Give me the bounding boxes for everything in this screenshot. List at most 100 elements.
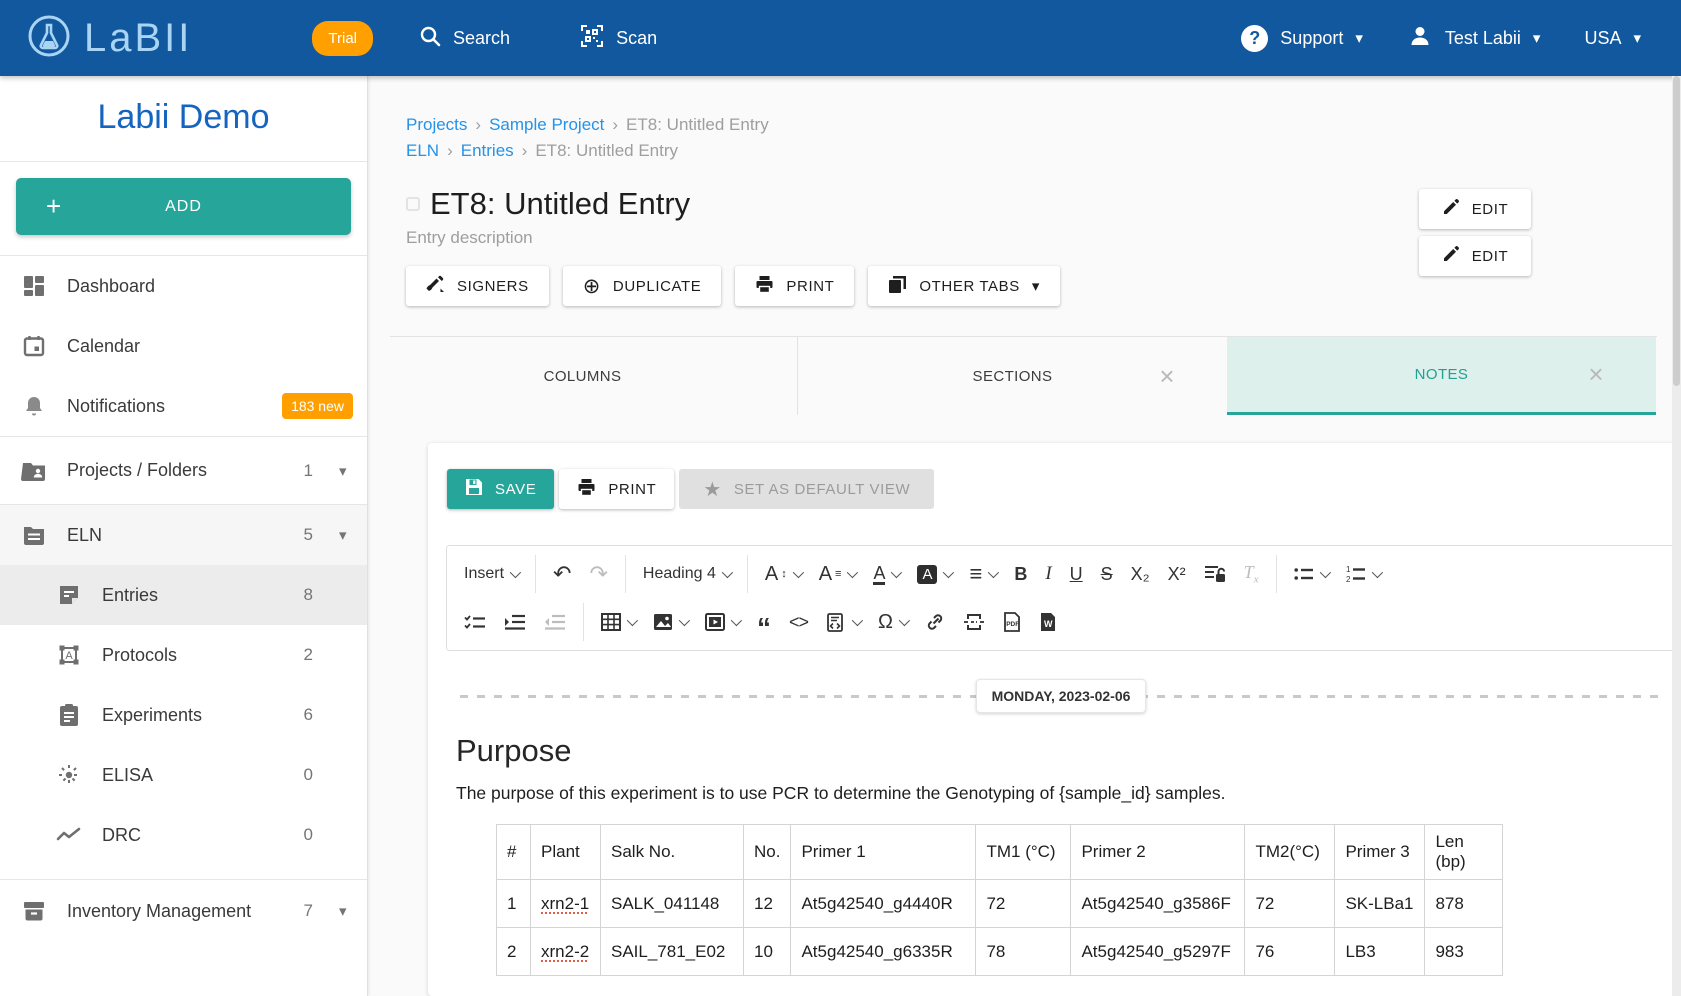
region-menu[interactable]: USA ▾ [1584,28,1641,49]
sidebar-item-elisa[interactable]: ELISA 0 [0,745,367,805]
user-menu[interactable]: Test Labii ▾ [1407,23,1541,54]
font-color-dropdown[interactable]: A [864,556,908,592]
support-menu[interactable]: ? Support ▾ [1241,24,1363,52]
code-block-dropdown[interactable] [817,604,869,640]
bulleted-list-dropdown[interactable] [1285,556,1337,592]
font-size-icon: A [764,562,779,585]
col-header: TM2(°C) [1244,824,1336,880]
quote-icon: “ [757,612,771,643]
sidebar-item-projects-folders[interactable]: Projects / Folders 1 ▾ [0,437,367,504]
tab-notes[interactable]: NOTES × [1227,337,1656,415]
entry-checkbox[interactable] [406,197,420,211]
signers-button[interactable]: SIGNERS [406,266,549,306]
breadcrumb-projects: Projects › Sample Project › ET8: Untitled En… [406,112,1681,138]
cell: At5g42540_g3586F [1070,879,1246,928]
strikethrough-button[interactable]: S [1092,556,1122,592]
block-quote-button[interactable]: “ [748,604,780,643]
indent-button[interactable] [495,604,535,640]
chevron-down-icon: ▾ [1532,30,1541,47]
scrollbar-thumb[interactable] [1673,76,1680,386]
tab-label: NOTES [1414,366,1469,383]
breadcrumb-link-entries[interactable]: Entries [461,141,514,160]
sidebar-item-label: DRC [102,824,141,845]
chevron-down-icon[interactable]: ▾ [339,462,353,480]
bold-button[interactable]: B [1005,556,1036,592]
numbered-list-dropdown[interactable]: 12 [1337,556,1389,592]
sidebar-item-label: Protocols [102,644,178,665]
tab-sections[interactable]: SECTIONS × [797,337,1227,415]
restricted-editing-button[interactable] [1195,556,1235,592]
duplicate-icon: ⊕ [582,274,601,298]
outdent-button[interactable] [535,604,575,640]
chevron-down-icon[interactable]: ▾ [339,902,353,920]
sidebar-item-experiments[interactable]: Experiments 6 [0,685,367,745]
tab-columns[interactable]: COLUMNS [368,337,797,415]
undo-button[interactable]: ↶ [544,556,580,592]
other-tabs-button[interactable]: OTHER TABS ▾ [868,266,1061,306]
link-button[interactable] [916,604,954,640]
page-title: ET8: Untitled Entry [430,186,691,221]
export-pdf-button[interactable]: PDF [994,604,1030,640]
insert-table-dropdown[interactable] [592,604,644,640]
subscript-button[interactable]: X₂ [1122,556,1159,592]
font-size-dropdown[interactable]: A ↕ [756,556,810,592]
page-break-button[interactable] [954,604,994,640]
sidebar-item-notifications[interactable]: Notifications 183 new [0,376,367,436]
inline-code-button[interactable]: <> [780,604,817,640]
line-height-dropdown[interactable]: A ≡ [810,556,865,592]
sidebar-item-label: Entries [102,584,159,605]
chevron-down-icon[interactable]: ▾ [339,526,353,544]
scrollbar[interactable] [1672,76,1681,996]
italic-button[interactable]: I [1036,556,1060,592]
add-button[interactable]: + ADD [16,178,351,235]
breadcrumb-link-eln[interactable]: ELN [406,141,439,160]
trial-badge[interactable]: Trial [312,20,374,56]
sidebar-item-eln[interactable]: ELN 5 ▾ [0,505,367,565]
flask-logo-icon [26,13,72,64]
sidebar-item-calendar[interactable]: Calendar [0,316,367,376]
special-characters-dropdown[interactable]: Ω [869,604,916,640]
undo-icon: ↶ [553,561,572,586]
print-button[interactable]: PRINT [735,266,855,306]
editor-content[interactable]: MONDAY, 2023-02-06 Purpose The purpose o… [446,679,1676,976]
sidebar-item-protocols[interactable]: A Protocols 2 [0,625,367,685]
dashboard-icon [21,273,47,299]
scan-button[interactable]: Scan [580,24,657,53]
close-icon[interactable]: × [1588,359,1604,390]
insert-dropdown[interactable]: Insert [455,556,527,592]
alignment-dropdown[interactable]: ≡ [960,556,1005,592]
user-icon [1407,23,1433,54]
sidebar-item-label: Dashboard [67,275,156,296]
save-button[interactable]: SAVE [447,469,555,509]
superscript-button[interactable]: X² [1159,556,1195,592]
labii-logo[interactable]: LaBII [26,13,192,64]
search-button[interactable]: Search [419,25,510,52]
insert-media-dropdown[interactable] [696,604,748,640]
main-content: EDIT EDIT Projects › Sample Project › ET8: U… [368,76,1681,996]
editor-print-button[interactable]: PRINT [559,469,675,509]
sidebar-item-drc[interactable]: DRC 0 [0,805,367,865]
underline-icon: U [1069,563,1083,584]
duplicate-button[interactable]: ⊕ DUPLICATE [562,266,722,306]
font-background-dropdown[interactable]: A [908,556,960,592]
chevron-down-icon: ▾ [1031,278,1041,295]
sidebar-item-entries[interactable]: Entries 8 [0,565,367,625]
breadcrumb-link-sample-project[interactable]: Sample Project [489,115,604,134]
underline-button[interactable]: U [1061,556,1092,592]
edit-description-button[interactable]: EDIT [1419,236,1531,276]
heading-dropdown[interactable]: Heading 4 [634,556,739,592]
chevron-down-icon [792,566,804,579]
chevron-down-icon [678,614,691,627]
redo-button[interactable]: ↷ [580,556,616,592]
todo-list-button[interactable] [455,604,495,640]
sidebar-item-inventory-management[interactable]: Inventory Management 7 ▾ [0,880,367,942]
export-word-button[interactable]: W [1030,604,1066,640]
breadcrumb-link-projects[interactable]: Projects [406,115,467,134]
remove-format-button[interactable]: Tx [1235,556,1268,592]
edit-entry-button[interactable]: EDIT [1419,189,1531,229]
duplicate-label: DUPLICATE [612,277,702,295]
sidebar-item-dashboard[interactable]: Dashboard [0,256,367,316]
sidebar-item-label: ELISA [102,764,154,785]
close-icon[interactable]: × [1159,361,1175,392]
insert-image-dropdown[interactable] [644,604,696,640]
